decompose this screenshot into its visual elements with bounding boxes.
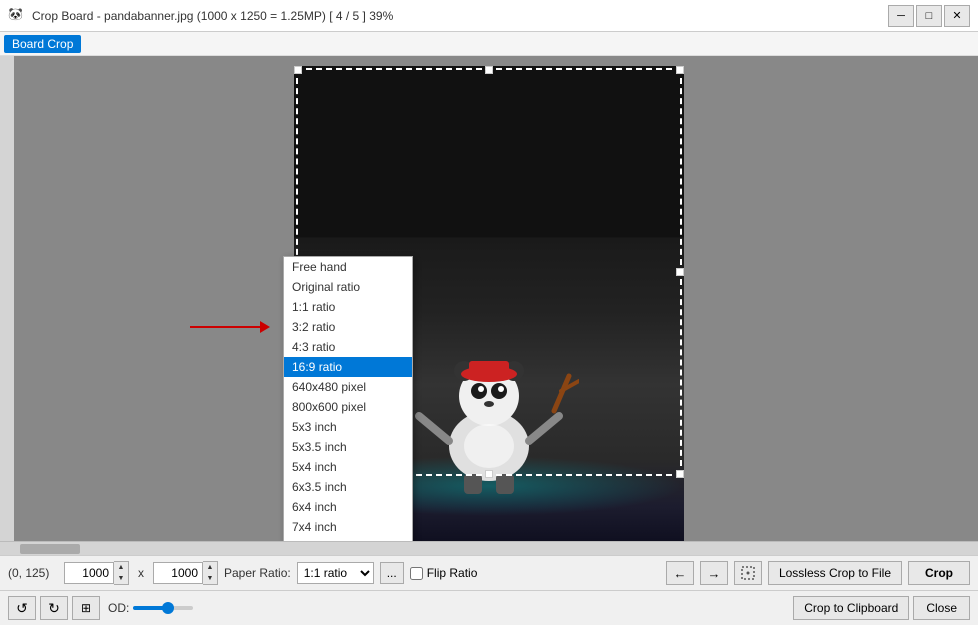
close-window-button[interactable]: ✕: [944, 5, 970, 27]
width-input[interactable]: [64, 562, 114, 584]
multiply-symbol: x: [138, 566, 144, 580]
grid-button[interactable]: ⊞: [72, 596, 100, 620]
width-decrement-button[interactable]: ▼: [114, 573, 128, 584]
height-spinner-buttons: ▲ ▼: [203, 561, 218, 585]
od-label: OD:: [108, 601, 129, 615]
dropdown-item-1x1[interactable]: 1:1 ratio: [284, 297, 412, 317]
horizontal-scroll-thumb[interactable]: [20, 544, 80, 554]
width-spinner[interactable]: ▲ ▼: [64, 561, 129, 585]
od-slider[interactable]: [133, 606, 193, 610]
crop-handle-tl[interactable]: [294, 66, 302, 74]
crop-handle-mr[interactable]: [676, 268, 684, 276]
vertical-scrollbar[interactable]: [0, 56, 14, 541]
flip-ratio-text: Flip Ratio: [427, 566, 478, 580]
height-spinner[interactable]: ▲ ▼: [153, 561, 218, 585]
close-button[interactable]: Close: [913, 596, 970, 620]
dropdown-item-800x600[interactable]: 800x600 pixel: [284, 397, 412, 417]
title-bar-text: Crop Board - pandabanner.jpg (1000 x 125…: [32, 9, 393, 23]
arrow-line: [190, 326, 260, 328]
ratio-dropdown-menu[interactable]: Free hand Original ratio 1:1 ratio 3:2 r…: [283, 256, 413, 541]
crop-button[interactable]: Crop: [908, 561, 970, 585]
menu-bar: Board Crop: [0, 32, 978, 56]
paper-ratio-label: Paper Ratio:: [224, 566, 291, 580]
dropdown-item-640x480[interactable]: 640x480 pixel: [284, 377, 412, 397]
flip-ratio-checkbox[interactable]: [410, 567, 423, 580]
dropdown-item-5x3inch[interactable]: 5x3 inch: [284, 417, 412, 437]
more-options-button[interactable]: ...: [380, 562, 404, 584]
crop-frame-button[interactable]: [734, 561, 762, 585]
width-increment-button[interactable]: ▲: [114, 562, 128, 573]
nav-left-button[interactable]: ←: [666, 561, 694, 585]
crop-handle-tm[interactable]: [485, 66, 493, 74]
dropdown-item-16x9[interactable]: 16:9 ratio: [284, 357, 412, 377]
bottom-toolbar-1: (0, 125) ▲ ▼ x ▲ ▼ Paper Ratio: 1:1 rati…: [0, 555, 978, 590]
bottom-toolbar-2: ↺ ↻ ⊞ OD: Crop to Clipboard Close: [0, 590, 978, 625]
minimize-button[interactable]: ─: [888, 5, 914, 27]
maximize-button[interactable]: □: [916, 5, 942, 27]
rotate-ccw-button[interactable]: ↺: [8, 596, 36, 620]
dropdown-item-6x4inch[interactable]: 6x4 inch: [284, 497, 412, 517]
height-increment-button[interactable]: ▲: [203, 562, 217, 573]
main-area: Free hand Original ratio 1:1 ratio 3:2 r…: [0, 56, 978, 625]
app-icon: 🐼: [8, 7, 26, 25]
horizontal-scrollbar[interactable]: [0, 541, 978, 555]
coordinates-label: (0, 125): [8, 566, 58, 580]
canvas-area[interactable]: Free hand Original ratio 1:1 ratio 3:2 r…: [0, 56, 978, 541]
dropdown-item-7x4inch[interactable]: 7x4 inch: [284, 517, 412, 537]
arrow-indicator: [190, 321, 270, 333]
dropdown-item-original[interactable]: Original ratio: [284, 277, 412, 297]
dropdown-item-freehand[interactable]: Free hand: [284, 257, 412, 277]
title-bar: 🐼 Crop Board - pandabanner.jpg (1000 x 1…: [0, 0, 978, 32]
flip-ratio-label[interactable]: Flip Ratio: [410, 566, 478, 580]
dropdown-item-4x3[interactable]: 4:3 ratio: [284, 337, 412, 357]
arrow-head: [260, 321, 270, 333]
dropdown-item-7x5inch[interactable]: 7x5 inch: [284, 537, 412, 541]
dropdown-item-6x35inch[interactable]: 6x3.5 inch: [284, 477, 412, 497]
title-bar-left: 🐼 Crop Board - pandabanner.jpg (1000 x 1…: [8, 7, 393, 25]
nav-right-button[interactable]: →: [700, 561, 728, 585]
crop-handle-tr[interactable]: [676, 66, 684, 74]
height-decrement-button[interactable]: ▼: [203, 573, 217, 584]
paper-ratio-select[interactable]: 1:1 ratio 16:9 ratio 4:3 ratio 3:2 ratio: [297, 562, 374, 584]
panda-figure: [399, 296, 579, 496]
dropdown-item-5x4inch[interactable]: 5x4 inch: [284, 457, 412, 477]
dropdown-item-5x35inch[interactable]: 5x3.5 inch: [284, 437, 412, 457]
menu-item-board-crop[interactable]: Board Crop: [4, 35, 81, 53]
width-spinner-buttons: ▲ ▼: [114, 561, 129, 585]
title-bar-controls: ─ □ ✕: [888, 5, 970, 27]
rotate-cw-button[interactable]: ↻: [40, 596, 68, 620]
dropdown-item-3x2[interactable]: 3:2 ratio: [284, 317, 412, 337]
lossless-crop-button[interactable]: Lossless Crop to File: [768, 561, 902, 585]
crop-to-clipboard-button[interactable]: Crop to Clipboard: [793, 596, 909, 620]
height-input[interactable]: [153, 562, 203, 584]
